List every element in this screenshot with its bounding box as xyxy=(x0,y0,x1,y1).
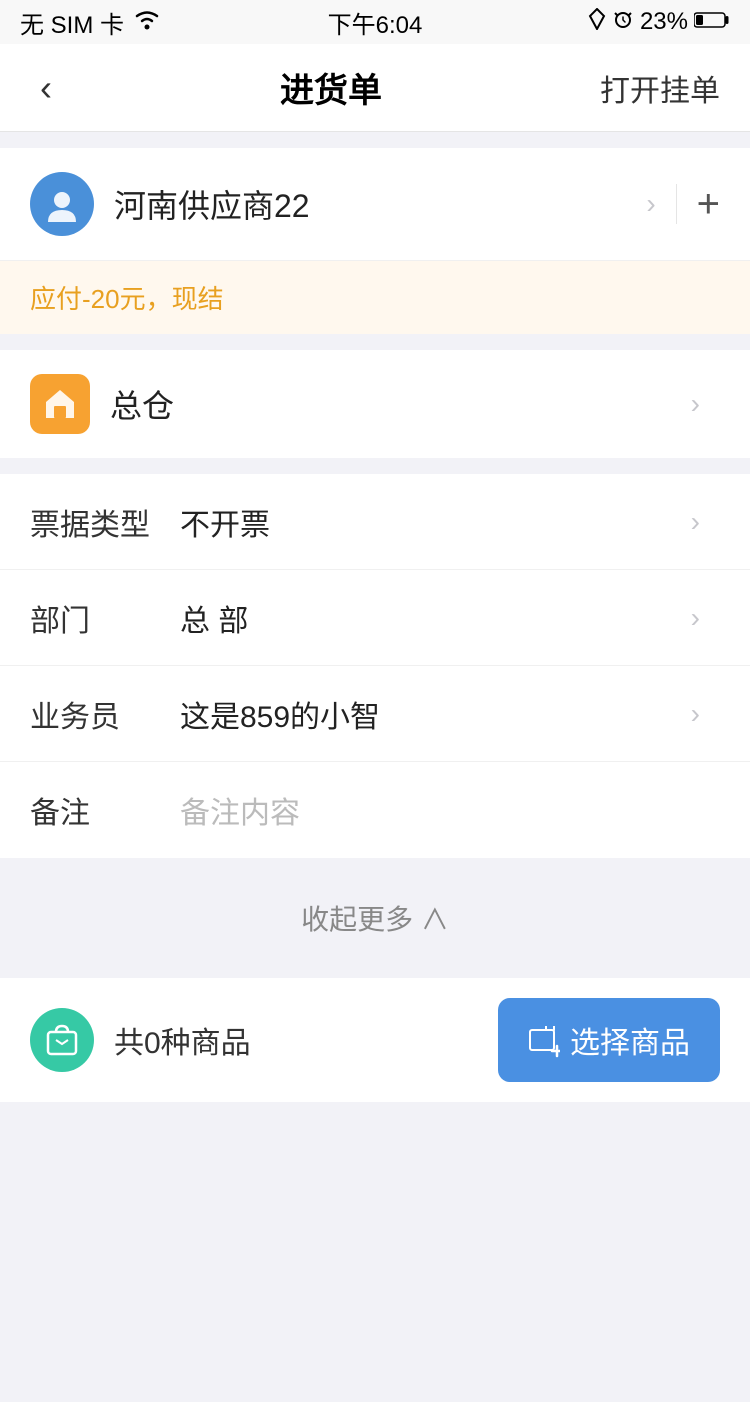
product-icon xyxy=(30,1008,94,1072)
remark-row[interactable]: 备注 备注内容 xyxy=(0,762,750,858)
remark-input[interactable]: 备注内容 xyxy=(160,788,720,832)
warehouse-chevron-icon: › xyxy=(691,388,700,420)
dept-label: 部门 xyxy=(30,596,160,640)
invoice-label: 票据类型 xyxy=(30,500,160,544)
remark-label: 备注 xyxy=(30,788,160,832)
form-section: 票据类型 不开票 › 部门 总 部 › 业务员 这是859的小智 › 备注 备注… xyxy=(0,474,750,858)
alarm-icon xyxy=(612,8,634,37)
supplier-name: 河南供应商22 xyxy=(114,181,646,227)
status-left: 无 SIM 卡 xyxy=(20,5,162,40)
supplier-avatar xyxy=(30,172,94,236)
notice-bar: 应付-20元，现结 xyxy=(0,261,750,334)
battery-text: 23% xyxy=(640,8,688,36)
invoice-chevron-icon: › xyxy=(691,506,700,538)
supplier-row[interactable]: 河南供应商22 › + xyxy=(0,148,750,261)
warehouse-icon xyxy=(30,374,90,434)
select-product-icon xyxy=(528,1022,560,1059)
supplier-chevron-icon: › xyxy=(646,188,655,220)
product-count-text: 共0种商品 xyxy=(114,1018,478,1062)
status-time: 下午6:04 xyxy=(328,5,423,40)
invoice-value: 不开票 xyxy=(160,500,691,544)
back-button[interactable]: ‹ xyxy=(30,57,62,119)
add-button[interactable]: + xyxy=(697,182,720,227)
warehouse-card: 总仓 › xyxy=(0,350,750,458)
dept-value: 总 部 xyxy=(160,596,691,640)
select-product-label: 选择商品 xyxy=(570,1018,690,1062)
salesman-row[interactable]: 业务员 这是859的小智 › xyxy=(0,666,750,762)
collapse-button[interactable]: 收起更多 ∧ xyxy=(0,874,750,962)
salesman-value: 这是859的小智 xyxy=(160,692,691,736)
status-right: 23% xyxy=(588,8,730,37)
status-bar: 无 SIM 卡 下午6:04 23% xyxy=(0,0,750,44)
warehouse-row[interactable]: 总仓 › xyxy=(0,350,750,458)
separator-top xyxy=(0,132,750,148)
dept-row[interactable]: 部门 总 部 › xyxy=(0,570,750,666)
notice-text: 应付-20元，现结 xyxy=(30,284,224,314)
select-product-button[interactable]: 选择商品 xyxy=(498,998,720,1082)
nav-bar: ‹ 进货单 打开挂单 xyxy=(0,44,750,132)
content: 河南供应商22 › + 应付-20元，现结 总仓 › 票据类型 不开票 xyxy=(0,132,750,1402)
carrier-text: 无 SIM 卡 xyxy=(20,5,124,40)
salesman-chevron-icon: › xyxy=(691,698,700,730)
wifi-icon xyxy=(132,8,162,37)
gray-fill xyxy=(0,1102,750,1402)
salesman-label: 业务员 xyxy=(30,692,160,736)
bottom-bar: 共0种商品 选择商品 xyxy=(0,978,750,1102)
dept-chevron-icon: › xyxy=(691,602,700,634)
open-pending-button[interactable]: 打开挂单 xyxy=(600,66,720,110)
divider xyxy=(676,184,677,224)
battery-icon xyxy=(694,8,730,36)
invoice-row[interactable]: 票据类型 不开票 › xyxy=(0,474,750,570)
supplier-card: 河南供应商22 › + 应付-20元，现结 xyxy=(0,148,750,334)
warehouse-name: 总仓 xyxy=(110,381,691,427)
page-title: 进货单 xyxy=(280,63,382,112)
location-icon xyxy=(588,8,606,37)
